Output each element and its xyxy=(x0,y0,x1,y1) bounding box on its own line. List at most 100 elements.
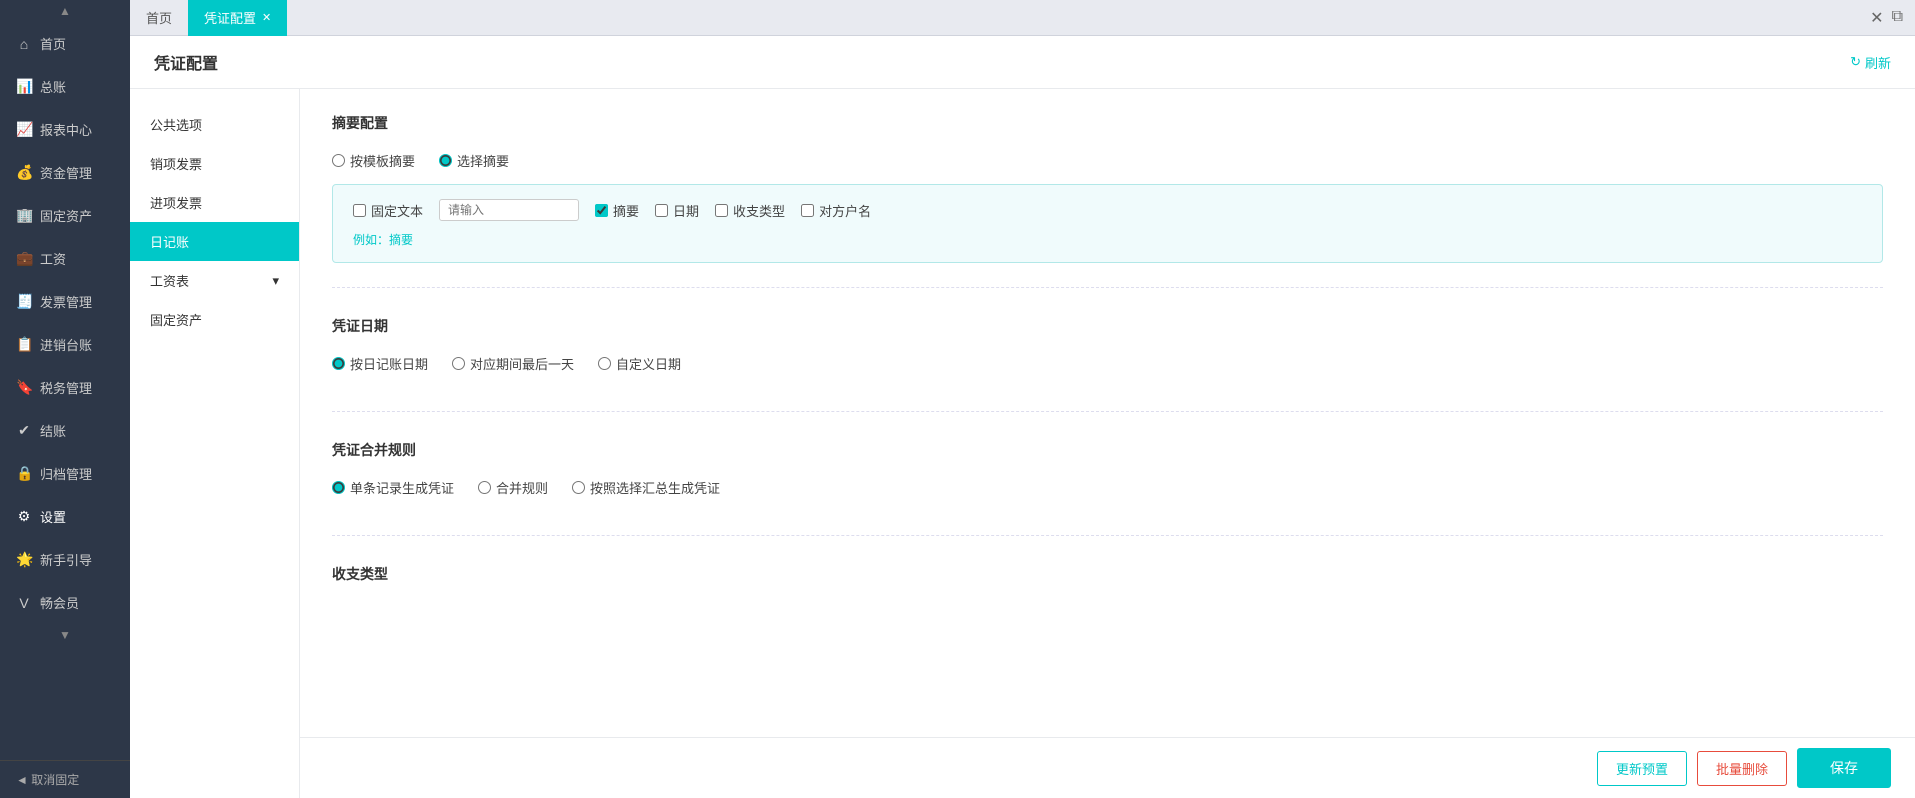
sidebar-scroll-up[interactable]: ▲ xyxy=(0,0,130,22)
refresh-icon: ↻ xyxy=(1850,54,1861,70)
left-nav-public[interactable]: 公共选项 xyxy=(130,105,299,144)
tab-home[interactable]: 首页 xyxy=(130,0,188,36)
left-nav-payroll[interactable]: 工资表 ▾ xyxy=(130,261,299,300)
ledger-icon: 📊 xyxy=(16,78,32,95)
summary-section: 摘要配置 按模板摘要 选择摘要 xyxy=(332,113,1883,288)
sidebar-item-member[interactable]: V 畅会员 xyxy=(0,581,130,624)
window-restore-icon[interactable]: ⧉ xyxy=(1892,8,1903,28)
member-icon: V xyxy=(16,595,32,611)
counterpart-checkbox[interactable] xyxy=(801,204,814,217)
tab-close-icon[interactable]: ✕ xyxy=(262,11,271,24)
summary-template-radio[interactable] xyxy=(332,154,345,167)
date-option[interactable]: 日期 xyxy=(655,201,699,220)
journal-date-option[interactable]: 按日记账日期 xyxy=(332,354,428,373)
left-nav-sales-invoice[interactable]: 销项发票 xyxy=(130,144,299,183)
reports-icon: 📈 xyxy=(16,121,32,138)
body-layout: 公共选项 销项发票 进项发票 日记账 工资表 ▾ 固定资产 xyxy=(130,89,1915,798)
pin-icon: ◄ xyxy=(16,773,28,787)
fixed-text-checkbox[interactable] xyxy=(353,204,366,217)
window-close-icon[interactable]: ✕ xyxy=(1870,8,1883,28)
counterpart-option[interactable]: 对方户名 xyxy=(801,201,871,220)
custom-date-radio[interactable] xyxy=(598,357,611,370)
sidebar-item-invoice-mgmt[interactable]: 🧾 发票管理 xyxy=(0,280,130,323)
home-icon: ⌂ xyxy=(16,36,32,52)
left-nav-purchase-invoice[interactable]: 进项发票 xyxy=(130,183,299,222)
income-expense-checkbox[interactable] xyxy=(715,204,728,217)
main-area: 首页 凭证配置 ✕ ✕ ⧉ 凭证配置 ↻ 刷新 公共选项 xyxy=(130,0,1915,798)
left-nav-fixed-assets[interactable]: 固定资产 xyxy=(130,300,299,339)
single-record-option[interactable]: 单条记录生成凭证 xyxy=(332,478,454,497)
sidebar-item-reports[interactable]: 📈 报表中心 xyxy=(0,108,130,151)
action-bar: 更新预置 批量删除 保存 xyxy=(300,737,1915,798)
batch-delete-button[interactable]: 批量删除 xyxy=(1697,751,1787,786)
select-merge-option[interactable]: 按照选择汇总生成凭证 xyxy=(572,478,720,497)
merge-title: 凭证合并规则 xyxy=(332,440,1883,460)
summary-radio-row: 按模板摘要 选择摘要 xyxy=(332,151,1883,170)
invoice-mgmt-icon: 🧾 xyxy=(16,293,32,310)
date-checkbox[interactable] xyxy=(655,204,668,217)
settings-icon: ⚙ xyxy=(16,508,32,525)
page-header: 凭证配置 ↻ 刷新 xyxy=(130,36,1915,89)
refresh-button[interactable]: ↻ 刷新 xyxy=(1850,53,1891,72)
sidebar-item-ledger[interactable]: 📊 总账 xyxy=(0,65,130,108)
purchase-sales-icon: 📋 xyxy=(16,336,32,353)
sidebar-scroll-down[interactable]: ▼ xyxy=(0,624,130,646)
sidebar: ▲ ⌂ 首页 📊 总账 📈 报表中心 💰 资金管理 🏢 固定资产 💼 工资 🧾 … xyxy=(0,0,130,798)
summary-select-radio[interactable] xyxy=(439,154,452,167)
single-record-radio[interactable] xyxy=(332,481,345,494)
merge-rule-option[interactable]: 合并规则 xyxy=(478,478,548,497)
unpin-button[interactable]: ◄ 取消固定 xyxy=(0,760,130,798)
period-last-option[interactable]: 对应期间最后一天 xyxy=(452,354,574,373)
custom-date-option[interactable]: 自定义日期 xyxy=(598,354,681,373)
summary-template-option[interactable]: 按模板摘要 xyxy=(332,151,415,170)
archive-icon: 🔒 xyxy=(16,465,32,482)
left-nav-journal[interactable]: 日记账 xyxy=(130,222,299,261)
close-accounts-icon: ✔ xyxy=(16,422,32,439)
summary-select-option[interactable]: 选择摘要 xyxy=(439,151,509,170)
fixed-text-input[interactable] xyxy=(439,199,579,221)
tab-bar: 首页 凭证配置 ✕ ✕ ⧉ xyxy=(130,0,1915,36)
page-title: 凭证配置 xyxy=(154,50,218,74)
sidebar-item-archive[interactable]: 🔒 归档管理 xyxy=(0,452,130,495)
summary-title: 摘要配置 xyxy=(332,113,1883,133)
page-content: 凭证配置 ↻ 刷新 公共选项 销项发票 进项发票 日记账 xyxy=(130,36,1915,798)
date-title: 凭证日期 xyxy=(332,316,1883,336)
fixed-assets-icon: 🏢 xyxy=(16,207,32,224)
select-merge-radio[interactable] xyxy=(572,481,585,494)
sidebar-item-settings[interactable]: ⚙ 设置 xyxy=(0,495,130,538)
tab-voucher-config[interactable]: 凭证配置 ✕ xyxy=(188,0,287,36)
window-controls: ✕ ⧉ xyxy=(1870,8,1915,28)
tax-icon: 🔖 xyxy=(16,379,32,396)
income-expense-option[interactable]: 收支类型 xyxy=(715,201,785,220)
merge-section: 凭证合并规则 单条记录生成凭证 合并规则 xyxy=(332,440,1883,536)
period-last-radio[interactable] xyxy=(452,357,465,370)
merge-rule-radio[interactable] xyxy=(478,481,491,494)
date-radio-row: 按日记账日期 对应期间最后一天 自定义日期 xyxy=(332,354,1883,373)
abstract-option[interactable]: 摘要 xyxy=(595,201,639,220)
summary-example: 例如：摘要 xyxy=(353,231,1862,248)
update-preview-button[interactable]: 更新预置 xyxy=(1597,751,1687,786)
sidebar-item-purchase-sales[interactable]: 📋 进销台账 xyxy=(0,323,130,366)
income-expense-section: 收支类型 xyxy=(332,564,1883,626)
right-panel: 摘要配置 按模板摘要 选择摘要 xyxy=(300,89,1915,798)
sidebar-item-fixed-assets[interactable]: 🏢 固定资产 xyxy=(0,194,130,237)
salary-icon: 💼 xyxy=(16,250,32,267)
sidebar-item-home[interactable]: ⌂ 首页 xyxy=(0,22,130,65)
date-section: 凭证日期 按日记账日期 对应期间最后一天 xyxy=(332,316,1883,412)
sidebar-item-funds[interactable]: 💰 资金管理 xyxy=(0,151,130,194)
expand-arrow-icon: ▾ xyxy=(272,273,279,289)
sidebar-item-guide[interactable]: 🌟 新手引导 xyxy=(0,538,130,581)
sidebar-item-salary[interactable]: 💼 工资 xyxy=(0,237,130,280)
abstract-checkbox[interactable] xyxy=(595,204,608,217)
right-content: 摘要配置 按模板摘要 选择摘要 xyxy=(300,89,1915,737)
guide-icon: 🌟 xyxy=(16,551,32,568)
fixed-text-option[interactable]: 固定文本 xyxy=(353,201,423,220)
left-nav: 公共选项 销项发票 进项发票 日记账 工资表 ▾ 固定资产 xyxy=(130,89,300,798)
summary-box: 固定文本 摘要 日期 xyxy=(332,184,1883,263)
sidebar-item-close[interactable]: ✔ 结账 xyxy=(0,409,130,452)
merge-radio-row: 单条记录生成凭证 合并规则 按照选择汇总生成凭证 xyxy=(332,478,1883,497)
sidebar-item-tax[interactable]: 🔖 税务管理 xyxy=(0,366,130,409)
save-button[interactable]: 保存 xyxy=(1797,748,1891,788)
journal-date-radio[interactable] xyxy=(332,357,345,370)
summary-checkbox-row: 固定文本 摘要 日期 xyxy=(353,199,1862,221)
